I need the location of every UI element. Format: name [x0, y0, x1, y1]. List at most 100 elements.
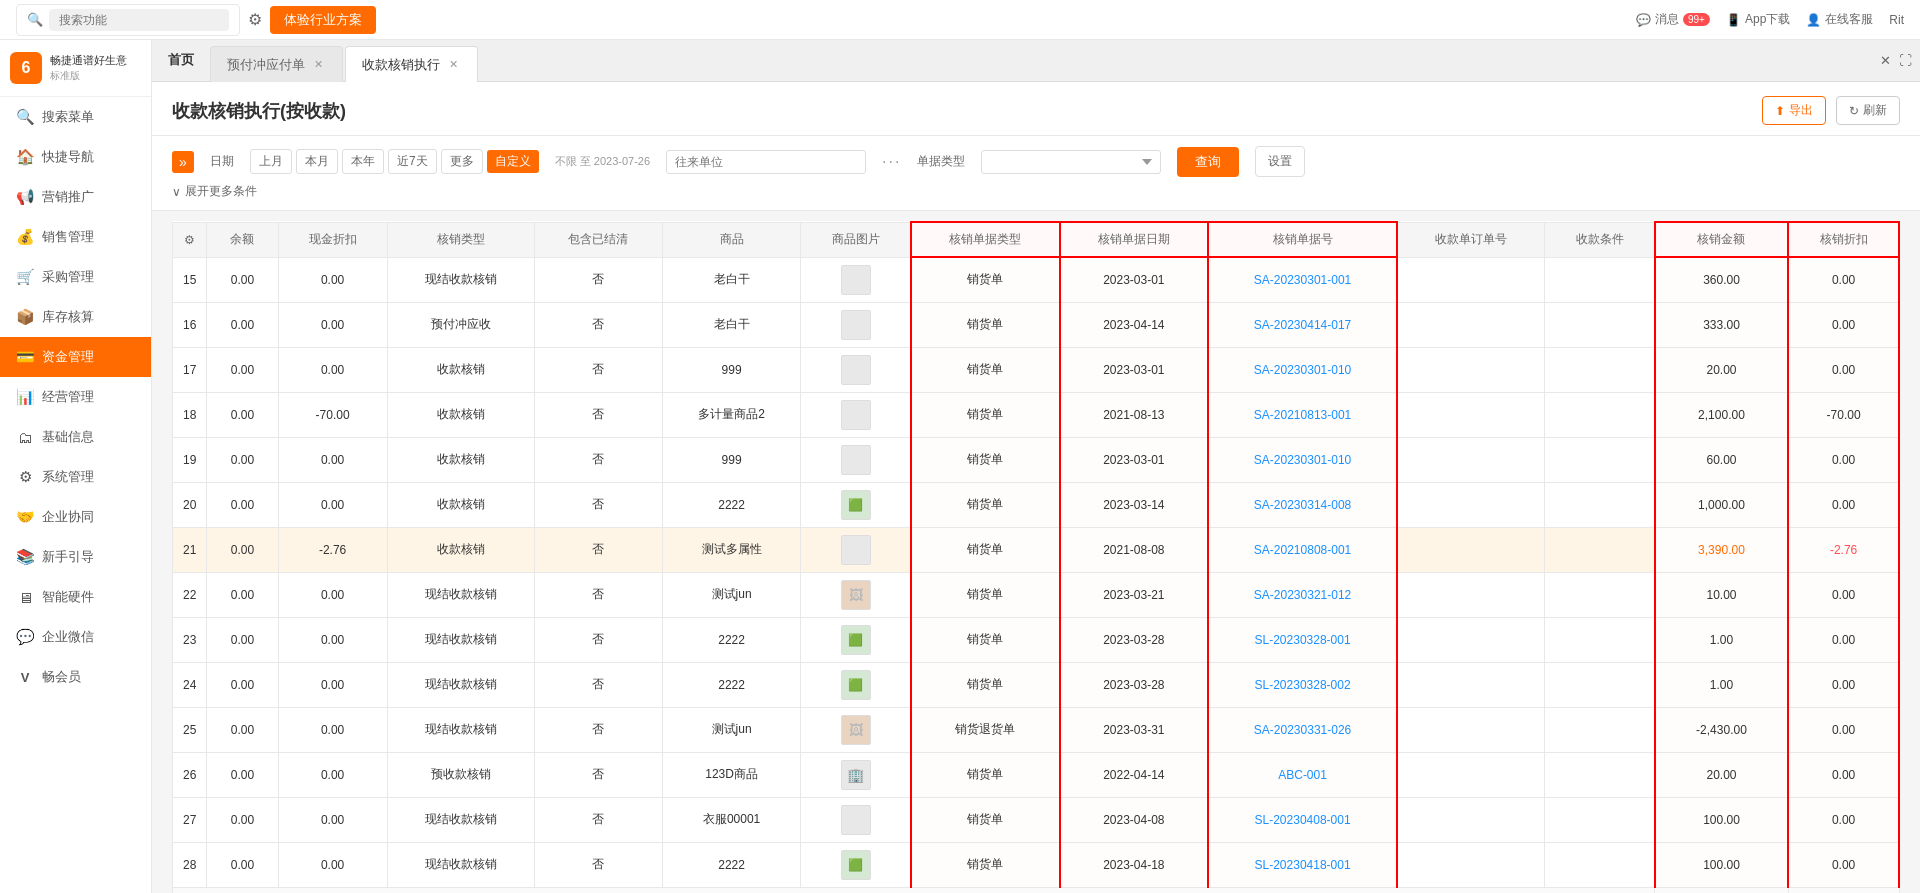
- cell-writeoff-type: 收款核销: [387, 437, 534, 482]
- top-search-input[interactable]: [49, 9, 229, 31]
- sidebar-item-member[interactable]: V 畅会员: [0, 657, 151, 697]
- cell-bill-type: 销货单: [911, 437, 1060, 482]
- row-id: 16: [173, 302, 207, 347]
- online-service-area[interactable]: 👤 在线客服: [1806, 11, 1873, 28]
- sidebar-item-sales[interactable]: 💰 销售管理: [0, 217, 151, 257]
- cell-writeoff-amount: 3,390.00: [1655, 527, 1788, 572]
- sidebar-item-label: 企业微信: [42, 628, 94, 646]
- cell-receipt-order-no: [1397, 347, 1545, 392]
- th-writeoff-type: 核销类型: [387, 222, 534, 257]
- tab-receipt-writeoff[interactable]: 收款核销执行 ✕: [345, 46, 478, 82]
- cell-bill-no[interactable]: SA-20230314-008: [1208, 482, 1397, 527]
- cell-include-settled: 否: [534, 302, 662, 347]
- cell-balance: 0.00: [207, 392, 278, 437]
- table-row: 260.000.00预收款核销否123D商品🏢销货单2022-04-14ABC-…: [173, 752, 1900, 797]
- cell-balance: 0.00: [207, 662, 278, 707]
- sidebar-item-business[interactable]: 📊 经营管理: [0, 377, 151, 417]
- footer-writeoff-amount: 40,556,66...: [1655, 887, 1788, 893]
- sidebar-item-basic-info[interactable]: 🗂 基础信息: [0, 417, 151, 457]
- cell-receipt-condition: [1545, 347, 1655, 392]
- cell-receipt-order-no: [1397, 437, 1545, 482]
- cell-receipt-order-no: [1397, 392, 1545, 437]
- sidebar-item-purchase[interactable]: 🛒 采购管理: [0, 257, 151, 297]
- cell-bill-no[interactable]: SL-20230328-001: [1208, 617, 1397, 662]
- cell-bill-no[interactable]: ABC-001: [1208, 752, 1397, 797]
- cell-receipt-condition: [1545, 527, 1655, 572]
- sidebar-item-marketing[interactable]: 📢 营销推广: [0, 177, 151, 217]
- cell-bill-no[interactable]: SL-20230408-001: [1208, 797, 1397, 842]
- data-table: ⚙ 余额 现金折扣 核销类型 包含已结清 商品 商品图片 核销单据类型 核销单据…: [172, 221, 1900, 893]
- cell-receipt-order-no: [1397, 707, 1545, 752]
- settings-gear-icon[interactable]: ⚙: [248, 10, 262, 29]
- cell-include-settled: 否: [534, 437, 662, 482]
- cell-cash-discount: 0.00: [278, 662, 387, 707]
- cell-writeoff-type: 现结收款核销: [387, 572, 534, 617]
- window-minimize-icon[interactable]: ✕: [1880, 53, 1891, 68]
- message-area[interactable]: 💬 消息 99+: [1636, 11, 1710, 28]
- sidebar-item-label: 新手引导: [42, 548, 94, 566]
- sidebar-item-fund[interactable]: 💳 资金管理: [0, 337, 151, 377]
- query-button[interactable]: 查询: [1177, 147, 1239, 177]
- app-layout: 6 畅捷通谱好生意标准版 🔍 搜索菜单 🏠 快捷导航 📢 营销推广 💰 销售管理…: [0, 40, 1920, 893]
- app-download-area[interactable]: 📱 App下载: [1726, 11, 1790, 28]
- sidebar-item-smart-hw[interactable]: 🖥 智能硬件: [0, 577, 151, 617]
- date-btn-this-month[interactable]: 本月: [296, 149, 338, 174]
- cell-bill-date: 2022-04-14: [1060, 752, 1209, 797]
- cell-bill-date: 2021-08-08: [1060, 527, 1209, 572]
- cell-product-image: [801, 302, 911, 347]
- cell-bill-no[interactable]: SL-20230328-002: [1208, 662, 1397, 707]
- sidebar-item-quick-nav[interactable]: 🏠 快捷导航: [0, 137, 151, 177]
- cell-bill-no[interactable]: SL-20230418-001: [1208, 842, 1397, 887]
- cell-bill-no[interactable]: SA-20230301-001: [1208, 257, 1397, 302]
- sidebar-item-label: 营销推广: [42, 188, 94, 206]
- date-btn-custom[interactable]: 自定义: [487, 150, 539, 173]
- date-btn-7days[interactable]: 近7天: [388, 149, 437, 174]
- cell-product-image: [801, 437, 911, 482]
- window-maximize-icon[interactable]: ⛶: [1899, 53, 1912, 68]
- cell-bill-type: 销货单: [911, 572, 1060, 617]
- cell-bill-no[interactable]: SA-20230301-010: [1208, 437, 1397, 482]
- sidebar-item-inventory[interactable]: 📦 库存核算: [0, 297, 151, 337]
- cell-bill-no[interactable]: SA-20210813-001: [1208, 392, 1397, 437]
- cell-bill-no[interactable]: SA-20230331-026: [1208, 707, 1397, 752]
- table-footer-row: 40,556,66... 952.24: [173, 887, 1900, 893]
- refresh-button[interactable]: ↻ 刷新: [1836, 96, 1900, 125]
- expand-more-btn[interactable]: ∨ 展开更多条件: [172, 183, 1900, 200]
- cell-product: 999: [662, 437, 801, 482]
- filter-row: » 日期 上月 本月 本年 近7天 更多 自定义 不限 至 2023-07-26: [172, 146, 1900, 177]
- sidebar-item-beginner[interactable]: 📚 新手引导: [0, 537, 151, 577]
- partner-filter-input[interactable]: [666, 150, 866, 174]
- tab-home[interactable]: 首页: [152, 40, 210, 81]
- user-name[interactable]: Rit: [1889, 13, 1904, 27]
- tab-receipt-close[interactable]: ✕: [446, 56, 461, 73]
- filter-dots[interactable]: ···: [882, 153, 901, 171]
- table-area[interactable]: ⚙ 余额 现金折扣 核销类型 包含已结清 商品 商品图片 核销单据类型 核销单据…: [152, 211, 1920, 893]
- tab-prepay[interactable]: 预付冲应付单 ✕: [210, 46, 343, 82]
- cell-bill-no[interactable]: SA-20230301-010: [1208, 347, 1397, 392]
- cell-writeoff-type: 现结收款核销: [387, 842, 534, 887]
- setting-button[interactable]: 设置: [1255, 146, 1305, 177]
- cell-bill-no[interactable]: SA-20230321-012: [1208, 572, 1397, 617]
- date-btn-more[interactable]: 更多: [441, 149, 483, 174]
- sidebar-item-wechat[interactable]: 💬 企业微信: [0, 617, 151, 657]
- sidebar-item-enterprise-collab[interactable]: 🤝 企业协同: [0, 497, 151, 537]
- date-btn-prev-month[interactable]: 上月: [250, 149, 292, 174]
- export-button[interactable]: ⬆ 导出: [1762, 96, 1826, 125]
- column-settings-icon[interactable]: ⚙: [184, 233, 195, 247]
- cell-bill-no[interactable]: SA-20230414-017: [1208, 302, 1397, 347]
- row-id: 26: [173, 752, 207, 797]
- cell-product: 2222: [662, 617, 801, 662]
- table-row: 240.000.00现结收款核销否2222🟩销货单2023-03-28SL-20…: [173, 662, 1900, 707]
- cell-bill-no[interactable]: SA-20210808-001: [1208, 527, 1397, 572]
- date-btn-this-year[interactable]: 本年: [342, 149, 384, 174]
- bill-type-select[interactable]: [981, 150, 1161, 174]
- cell-writeoff-amount: 1.00: [1655, 662, 1788, 707]
- cell-writeoff-type: 现结收款核销: [387, 662, 534, 707]
- trial-btn[interactable]: 体验行业方案: [270, 6, 376, 34]
- cell-include-settled: 否: [534, 527, 662, 572]
- sidebar-item-system[interactable]: ⚙ 系统管理: [0, 457, 151, 497]
- th-settings[interactable]: ⚙: [173, 222, 207, 257]
- tab-prepay-close[interactable]: ✕: [311, 56, 326, 73]
- sidebar-item-search-menu[interactable]: 🔍 搜索菜单: [0, 97, 151, 137]
- filter-toggle-btn[interactable]: »: [172, 151, 194, 173]
